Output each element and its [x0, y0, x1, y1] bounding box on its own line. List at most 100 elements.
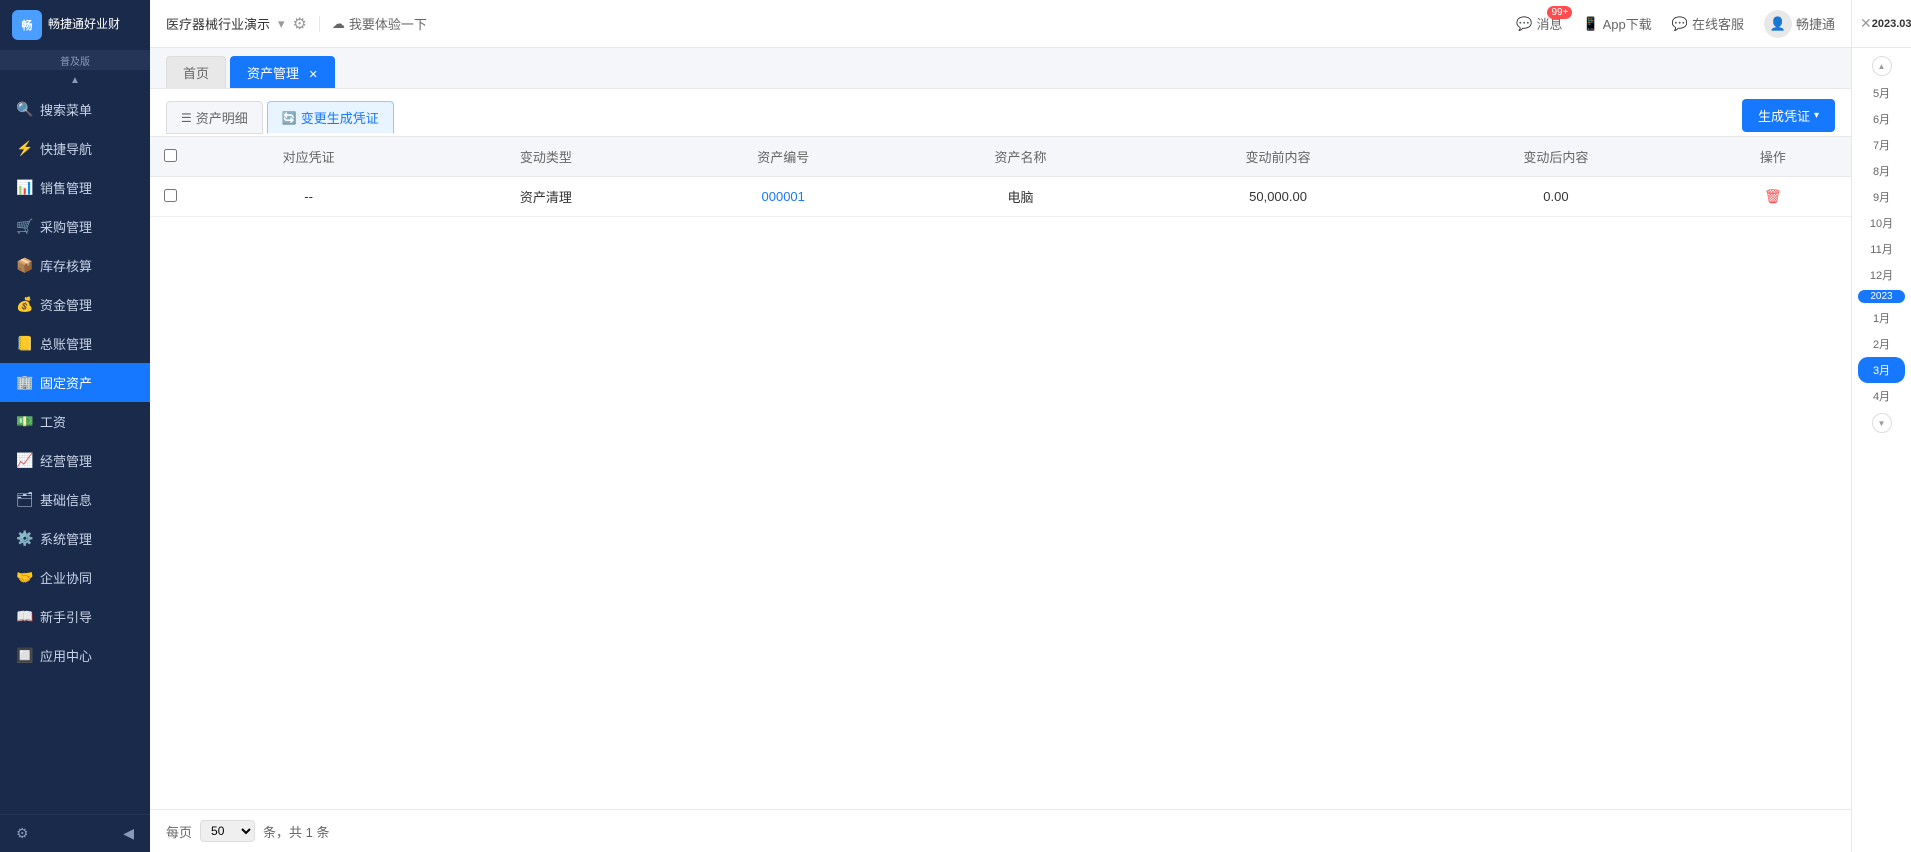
- sidebar-item-guide[interactable]: 📖 新手引导: [0, 597, 150, 636]
- tab-asset-mgmt[interactable]: 资产管理 ✕: [230, 56, 335, 88]
- row-checkbox[interactable]: [164, 189, 177, 202]
- month-item-2[interactable]: 2月: [1852, 331, 1911, 357]
- generate-btn-arrow-icon: ▾: [1814, 110, 1819, 121]
- tab-asset-mgmt-label: 资产管理: [247, 66, 299, 81]
- header-settings-icon[interactable]: ⚙: [293, 14, 307, 34]
- per-page-select[interactable]: 50 10 20 100: [200, 820, 255, 842]
- experience-button[interactable]: ☁ 我要体验一下: [332, 14, 427, 33]
- sidebar-item-enterprise[interactable]: 🤝 企业协同: [0, 558, 150, 597]
- operations-icon: 📈: [16, 452, 32, 469]
- sub-tab-change-voucher-label: 变更生成凭证: [301, 108, 379, 127]
- sub-tab-asset-detail-label: 资产明细: [196, 108, 248, 127]
- download-icon: 📱: [1582, 16, 1598, 32]
- tabs-bar: 首页 资产管理 ✕: [150, 48, 1851, 89]
- month-item-8[interactable]: 8月: [1852, 158, 1911, 184]
- sidebar-item-label: 固定资产: [40, 373, 92, 392]
- company-name: 医疗器械行业演示: [166, 14, 270, 33]
- sidebar-bottom: ⚙ ◀: [0, 814, 150, 852]
- sidebar-item-operations[interactable]: 📈 经营管理: [0, 441, 150, 480]
- username: 畅捷通: [1796, 14, 1835, 33]
- sidebar-item-quick-nav[interactable]: ⚡ 快捷导航: [0, 129, 150, 168]
- month-item-10[interactable]: 10月: [1852, 210, 1911, 236]
- sidebar-item-inventory[interactable]: 📦 库存核算: [0, 246, 150, 285]
- month-item-7[interactable]: 7月: [1852, 132, 1911, 158]
- th-before-change: 变动前内容: [1139, 137, 1417, 177]
- system-icon: ⚙️: [16, 530, 32, 547]
- sidebar-item-fixed-assets[interactable]: 🏢 固定资产: [0, 363, 150, 402]
- sidebar-item-system[interactable]: ⚙️ 系统管理: [0, 519, 150, 558]
- main-area: 医疗器械行业演示 ▾ ⚙ ☁ 我要体验一下 💬 消息 99+ 📱 App下载 💬…: [150, 0, 1851, 852]
- timeline-nav-up: ▲: [1852, 52, 1911, 80]
- month-item-11[interactable]: 11月: [1852, 236, 1911, 262]
- month-item-1[interactable]: 1月: [1852, 305, 1911, 331]
- sidebar-logo: 畅 畅捷通好业财: [0, 0, 150, 51]
- timeline: ▲ 5月 6月 7月 8月 9月 10月 11月 12月 2023 1月 2月 …: [1852, 48, 1911, 852]
- sub-tab-asset-detail[interactable]: ☰ 资产明细: [166, 101, 263, 134]
- select-all-checkbox[interactable]: [164, 149, 177, 162]
- box-icon: 📦: [16, 257, 32, 274]
- month-item-4[interactable]: 4月: [1852, 383, 1911, 409]
- user-menu[interactable]: 👤 畅捷通: [1764, 10, 1835, 38]
- generate-voucher-button[interactable]: 生成凭证 ▾: [1742, 99, 1835, 132]
- sidebar-item-sales[interactable]: 📊 销售管理: [0, 168, 150, 207]
- month-item-6[interactable]: 6月: [1852, 106, 1911, 132]
- sidebar-item-label: 工资: [40, 412, 66, 431]
- sub-tabs: ☰ 资产明细 🔄 变更生成凭证 生成凭证 ▾: [150, 89, 1851, 137]
- sidebar-collapse-icon[interactable]: ◀: [123, 825, 134, 842]
- right-panel: ✕ 2023.03 ⤢ ▲ 5月 6月 7月 8月 9月 10月 11月 12月…: [1851, 0, 1911, 852]
- td-change-type: 资产清理: [427, 177, 664, 217]
- notifications-button[interactable]: 💬 消息 99+: [1516, 14, 1562, 33]
- customer-service-button[interactable]: 💬 在线客服: [1672, 14, 1744, 33]
- th-asset-name: 资产名称: [902, 137, 1139, 177]
- th-checkbox: [150, 137, 190, 177]
- total-text: 条，共 1 条: [263, 822, 329, 841]
- right-panel-close-button[interactable]: ✕: [1860, 15, 1872, 32]
- table-row: -- 资产清理 000001 电脑 50,000.00 0.00 🗑: [150, 177, 1851, 217]
- sidebar-item-search[interactable]: 🔍 搜索菜单: [0, 90, 150, 129]
- sidebar-settings-icon[interactable]: ⚙: [16, 825, 29, 842]
- sidebar-item-ledger[interactable]: 📒 总账管理: [0, 324, 150, 363]
- sidebar-item-basic-info[interactable]: 🗂 基础信息: [0, 480, 150, 519]
- sidebar-item-app-center[interactable]: 🔲 应用中心: [0, 636, 150, 675]
- timeline-scroll-down-button[interactable]: ▼: [1872, 413, 1892, 433]
- tab-close-icon[interactable]: ✕: [309, 69, 318, 81]
- sidebar-item-label: 库存核算: [40, 256, 92, 275]
- sidebar-item-label: 应用中心: [40, 646, 92, 665]
- tab-home[interactable]: 首页: [166, 56, 226, 88]
- delete-button[interactable]: 🗑: [1764, 188, 1782, 205]
- guide-icon: 📖: [16, 608, 32, 625]
- month-item-9[interactable]: 9月: [1852, 184, 1911, 210]
- company-dropdown-icon[interactable]: ▾: [278, 16, 285, 32]
- app-center-icon: 🔲: [16, 647, 32, 664]
- sidebar-scroll-up[interactable]: ▲: [0, 70, 150, 90]
- service-icon: 💬: [1672, 16, 1688, 32]
- pagination: 每页 50 10 20 100 条，共 1 条: [150, 809, 1851, 852]
- info-icon: 🗂: [16, 491, 32, 508]
- list-icon: ☰: [181, 111, 192, 125]
- app-download-label: App下载: [1603, 14, 1652, 33]
- sidebar-item-purchase[interactable]: 🛒 采购管理: [0, 207, 150, 246]
- sub-tab-change-voucher[interactable]: 🔄 变更生成凭证: [267, 101, 394, 134]
- app-download-button[interactable]: 📱 App下载: [1582, 14, 1651, 33]
- th-change-type: 变动类型: [427, 137, 664, 177]
- right-panel-year-header: 2023.03: [1872, 18, 1911, 30]
- data-table: 对应凭证 变动类型 资产编号 资产名称 变动前内容 变动后内容 操作: [150, 137, 1851, 217]
- month-item-5[interactable]: 5月: [1852, 80, 1911, 106]
- table-header-row: 对应凭证 变动类型 资产编号 资产名称 变动前内容 变动后内容 操作: [150, 137, 1851, 177]
- app-logo-text: 畅捷通好业财: [48, 17, 120, 33]
- th-asset-code: 资产编号: [665, 137, 902, 177]
- td-voucher: --: [190, 177, 427, 217]
- chart-icon: 📊: [16, 179, 32, 196]
- sidebar-item-label: 搜索菜单: [40, 100, 92, 119]
- sidebar-item-label: 采购管理: [40, 217, 92, 236]
- timeline-scroll-up-button[interactable]: ▲: [1872, 56, 1892, 76]
- sidebar-item-label: 资金管理: [40, 295, 92, 314]
- handshake-icon: 🤝: [16, 569, 32, 586]
- td-before-change: 50,000.00: [1139, 177, 1417, 217]
- year-badge-2023: 2023: [1858, 290, 1905, 303]
- sidebar-item-funds[interactable]: 💰 资金管理: [0, 285, 150, 324]
- month-item-12[interactable]: 12月: [1852, 262, 1911, 288]
- sidebar-item-payroll[interactable]: 💵 工资: [0, 402, 150, 441]
- month-item-3-active[interactable]: 3月: [1858, 357, 1905, 383]
- sidebar-nav: 🔍 搜索菜单 ⚡ 快捷导航 📊 销售管理 🛒 采购管理 📦 库存核算 💰 资金管…: [0, 90, 150, 814]
